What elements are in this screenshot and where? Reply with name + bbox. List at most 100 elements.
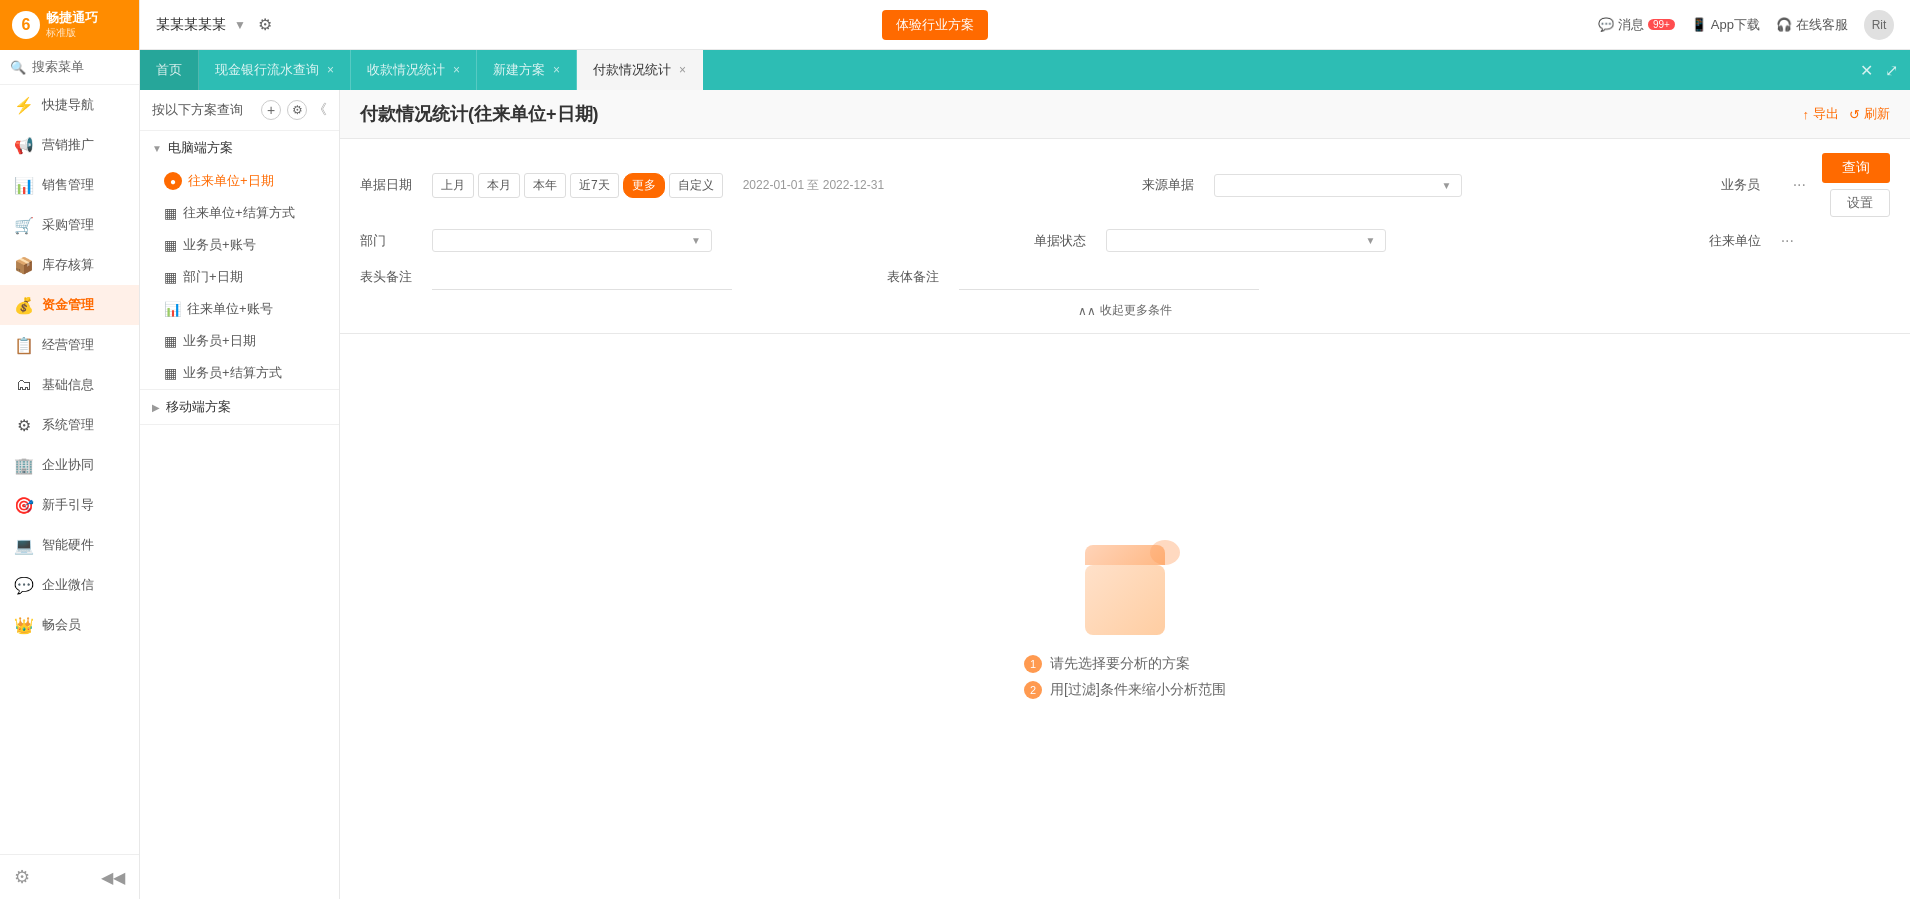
settings-btn[interactable]: 设置 <box>1830 189 1890 217</box>
tab-maximize-icon[interactable]: ⤢ <box>1881 61 1902 80</box>
counterpart-account-label: 往来单位+账号 <box>187 300 273 318</box>
messages-btn[interactable]: 💬 消息 99+ <box>1598 16 1675 34</box>
sidebar-item-label: 企业协同 <box>42 456 94 474</box>
scheme-settings-btn[interactable]: ⚙ <box>287 100 307 120</box>
sidebar-item-purchase[interactable]: 🛒 采购管理 <box>0 205 139 245</box>
topbar-gear-icon[interactable]: ⚙ <box>258 15 272 34</box>
sidebar-item-weixin[interactable]: 💬 企业微信 <box>0 565 139 605</box>
app-icon: 📱 <box>1691 17 1707 32</box>
tab-new-scheme-close[interactable]: × <box>553 63 560 77</box>
empty-box <box>1085 565 1165 635</box>
sidebar-item-quick-nav[interactable]: ⚡ 快捷导航 <box>0 85 139 125</box>
tab-new-scheme[interactable]: 新建方案 × <box>477 50 577 90</box>
corp-icon: 🏢 <box>14 455 34 475</box>
sidebar-footer: ⚙ ◀◀ <box>0 854 139 899</box>
tab-payment-stats[interactable]: 付款情况统计 × <box>577 50 703 90</box>
date-btn-last-7days[interactable]: 近7天 <box>570 173 619 198</box>
sidebar-item-system[interactable]: ⚙ 系统管理 <box>0 405 139 445</box>
sidebar-settings-icon[interactable]: ⚙ <box>14 866 30 888</box>
scheme-panel: 按以下方案查询 + ⚙ 《 ▼ 电脑端方案 ● 往来单位+日期 ▦ <box>140 90 340 899</box>
query-btn[interactable]: 查询 <box>1822 153 1890 183</box>
search-menu[interactable]: 🔍 搜索菜单 <box>0 50 139 85</box>
collapse-more-btn[interactable]: ∧∧ 收起更多条件 <box>1078 302 1172 319</box>
date-btn-this-month[interactable]: 本月 <box>478 173 520 198</box>
filter-row-2: 部门 ▼ 单据状态 ▼ 往来单位 ··· <box>360 229 1890 252</box>
basic-icon: 🗂 <box>14 375 34 395</box>
scheme-item-counterpart-account[interactable]: 📊 往来单位+账号 <box>140 293 339 325</box>
trial-btn[interactable]: 体验行业方案 <box>882 10 988 40</box>
dept-date-icon: ▦ <box>164 269 177 285</box>
export-label: 导出 <box>1813 105 1839 123</box>
collapse-up-icon: ∧∧ <box>1078 304 1096 318</box>
tabbar: 首页 现金银行流水查询 × 收款情况统计 × 新建方案 × 付款情况统计 × ✕… <box>140 50 1910 90</box>
scheme-item-counterpart-date[interactable]: ● 往来单位+日期 <box>140 165 339 197</box>
online-service-label: 在线客服 <box>1796 16 1848 34</box>
sidebar-item-finance[interactable]: 💰 资金管理 <box>0 285 139 325</box>
tabbar-controls: ✕ ⤢ <box>1848 50 1910 90</box>
sidebar-item-member[interactable]: 👑 畅会员 <box>0 605 139 645</box>
date-quick-btns: 上月 本月 本年 近7天 更多 自定义 <box>432 173 723 198</box>
sidebar-item-basic[interactable]: 🗂 基础信息 <box>0 365 139 405</box>
dept-select[interactable]: ▼ <box>432 229 712 252</box>
export-btn[interactable]: ↑ 导出 <box>1803 105 1840 123</box>
scheme-item-salesman-date[interactable]: ▦ 业务员+日期 <box>140 325 339 357</box>
header-note-input[interactable] <box>432 264 732 290</box>
mobile-scheme-title[interactable]: ▶ 移动端方案 <box>140 390 339 424</box>
scheme-item-salesman-settle[interactable]: ▦ 业务员+结算方式 <box>140 357 339 389</box>
company-name: 某某某某某 <box>156 16 226 34</box>
date-btn-this-year[interactable]: 本年 <box>524 173 566 198</box>
refresh-btn[interactable]: ↺ 刷新 <box>1849 105 1890 123</box>
empty-box-top <box>1085 545 1165 565</box>
sidebar-item-inventory[interactable]: 📦 库存核算 <box>0 245 139 285</box>
refresh-label: 刷新 <box>1864 105 1890 123</box>
sidebar-item-hardware[interactable]: 💻 智能硬件 <box>0 525 139 565</box>
sidebar-item-business[interactable]: 📋 经营管理 <box>0 325 139 365</box>
user-avatar[interactable]: Rit <box>1864 10 1894 40</box>
page-container: 按以下方案查询 + ⚙ 《 ▼ 电脑端方案 ● 往来单位+日期 ▦ <box>140 90 1910 899</box>
company-chevron-icon[interactable]: ▼ <box>234 18 246 32</box>
tab-payment-stats-close[interactable]: × <box>679 63 686 77</box>
inventory-icon: 📦 <box>14 255 34 275</box>
body-note-input[interactable] <box>959 264 1259 290</box>
sidebar-item-label: 快捷导航 <box>42 96 94 114</box>
tab-close-all-icon[interactable]: ✕ <box>1856 61 1877 80</box>
sidebar-collapse-icon[interactable]: ◀◀ <box>101 868 125 887</box>
scheme-item-dept-date[interactable]: ▦ 部门+日期 <box>140 261 339 293</box>
salesman-date-icon: ▦ <box>164 333 177 349</box>
app-download-btn[interactable]: 📱 App下载 <box>1691 16 1760 34</box>
tab-bank-flow-label: 现金银行流水查询 <box>215 61 319 79</box>
single-status-select[interactable]: ▼ <box>1106 229 1386 252</box>
desktop-section-arrow: ▼ <box>152 143 162 154</box>
sidebar-item-sales[interactable]: 📊 销售管理 <box>0 165 139 205</box>
tip-1-text: 请先选择要分析的方案 <box>1050 655 1190 673</box>
scheme-item-salesman-account[interactable]: ▦ 业务员+账号 <box>140 229 339 261</box>
system-icon: ⚙ <box>14 415 34 435</box>
sidebar-item-corp[interactable]: 🏢 企业协同 <box>0 445 139 485</box>
sidebar-item-marketing[interactable]: 📢 营销推广 <box>0 125 139 165</box>
tip-num-2: 2 <box>1024 681 1042 699</box>
date-btn-last-month[interactable]: 上月 <box>432 173 474 198</box>
collapse-btn-label: 收起更多条件 <box>1100 302 1172 319</box>
sidebar-item-guide[interactable]: 🎯 新手引导 <box>0 485 139 525</box>
tab-bank-flow[interactable]: 现金银行流水查询 × <box>199 50 351 90</box>
desktop-scheme-title[interactable]: ▼ 电脑端方案 <box>140 131 339 165</box>
date-btn-more[interactable]: 更多 <box>623 173 665 198</box>
counterpart-ellipsis-btn[interactable]: ··· <box>1781 232 1794 250</box>
counterpart-settle-label: 往来单位+结算方式 <box>183 204 295 222</box>
salesman-settle-icon: ▦ <box>164 365 177 381</box>
salesman-ellipsis-btn[interactable]: ··· <box>1793 176 1806 194</box>
online-service-btn[interactable]: 🎧 在线客服 <box>1776 16 1848 34</box>
quick-nav-icon: ⚡ <box>14 95 34 115</box>
tab-receipt-stats-close[interactable]: × <box>453 63 460 77</box>
tab-bank-flow-close[interactable]: × <box>327 63 334 77</box>
scheme-collapse-icon[interactable]: 《 <box>313 101 327 119</box>
source-select[interactable]: ▼ <box>1214 174 1462 197</box>
tab-receipt-stats[interactable]: 收款情况统计 × <box>351 50 477 90</box>
date-btn-custom[interactable]: 自定义 <box>669 173 723 198</box>
tab-new-scheme-label: 新建方案 <box>493 61 545 79</box>
single-status-label: 单据状态 <box>1034 232 1090 250</box>
tab-home[interactable]: 首页 <box>140 50 199 90</box>
search-menu-label: 搜索菜单 <box>32 58 84 76</box>
scheme-add-btn[interactable]: + <box>261 100 281 120</box>
scheme-item-counterpart-settle[interactable]: ▦ 往来单位+结算方式 <box>140 197 339 229</box>
